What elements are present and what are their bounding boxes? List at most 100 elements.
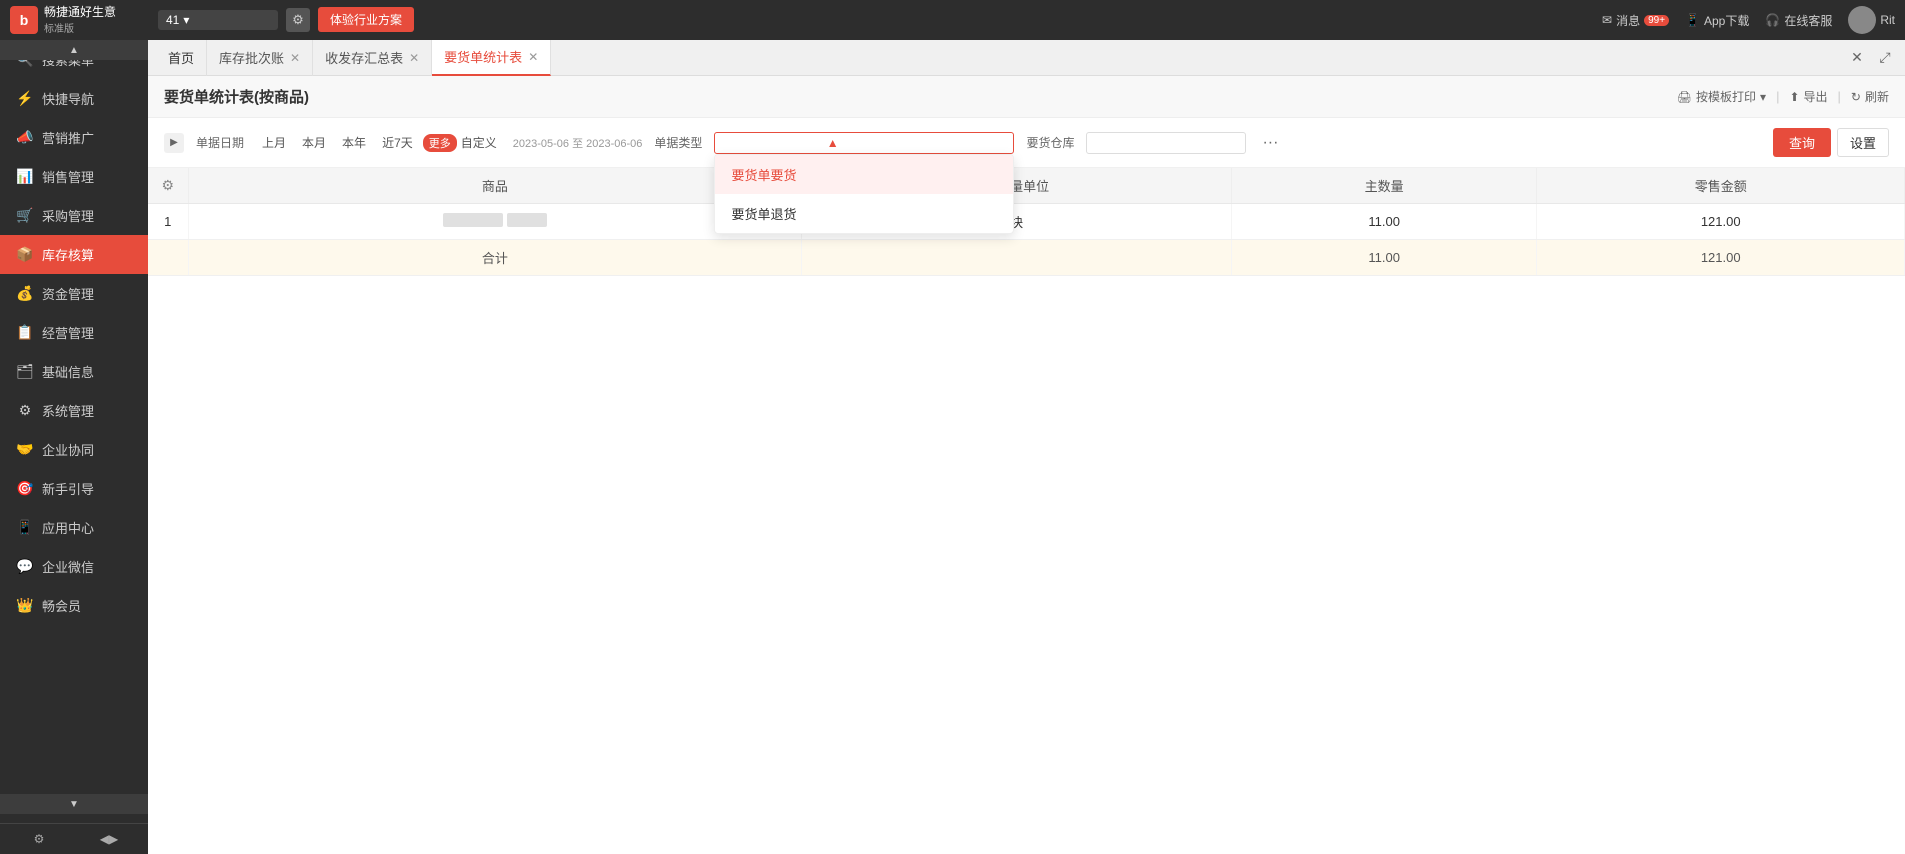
warehouse-input[interactable] <box>1086 132 1246 154</box>
last-7-days-button[interactable]: 近7天 <box>376 132 419 153</box>
store-selector[interactable]: 41 ▾ <box>158 10 278 30</box>
filter-actions: 查询 设置 <box>1773 128 1889 157</box>
print-icon: 🖨 <box>1677 90 1692 104</box>
sidebar-item-marketing[interactable]: 📣 营销推广 <box>0 118 148 157</box>
user-name: Rit <box>1880 13 1895 27</box>
sidebar-item-quick-nav[interactable]: ⚡ 快捷导航 <box>0 79 148 118</box>
sidebar-item-operations[interactable]: 📋 经营管理 <box>0 313 148 352</box>
filter-settings-button[interactable]: 设置 <box>1837 128 1889 157</box>
sidebar-icon-inventory: 📦 <box>16 246 34 263</box>
print-dropdown-icon: ▾ <box>1760 90 1766 104</box>
sidebar-label-sales: 销售管理 <box>42 167 94 186</box>
export-button[interactable]: ⬆ 导出 <box>1789 88 1827 105</box>
user-menu-button[interactable]: Rit <box>1848 6 1895 34</box>
dropdown-item-order-return[interactable]: 要货单退货 <box>715 194 1013 233</box>
tab-label-inventory-batch: 库存批次账 <box>219 48 284 67</box>
cell-no-0: 1 <box>148 204 188 240</box>
messages-button[interactable]: ✉ 消息 99+ <box>1602 12 1669 29</box>
date-filter-label: 单据日期 <box>196 134 244 151</box>
tab-expand-button[interactable]: ⤢ <box>1873 46 1897 70</box>
tab-close-order-stats[interactable]: ✕ <box>528 50 538 64</box>
sidebar-settings-button[interactable]: ⚙ <box>8 832 70 846</box>
sidebar: ▲ 🔍 搜索菜单 ⚡ 快捷导航 📣 营销推广 📊 销售管理 🛒 采购管理 📦 库… <box>0 40 148 854</box>
trial-button[interactable]: 体验行业方案 <box>318 7 414 32</box>
message-icon: ✉ <box>1602 13 1612 27</box>
custom-date-button[interactable]: 自定义 <box>461 134 497 151</box>
sidebar-icon-quick-nav: ⚡ <box>16 90 34 107</box>
sidebar-item-basic-info[interactable]: 🗂 基础信息 <box>0 352 148 391</box>
app-download-button[interactable]: 📱 App下载 <box>1685 12 1749 29</box>
tab-home[interactable]: 首页 <box>156 40 207 76</box>
sidebar-collapse-button[interactable]: ◀▶ <box>78 832 140 846</box>
sidebar-label-system: 系统管理 <box>42 401 94 420</box>
header-right: ✉ 消息 99+ 📱 App下载 🎧 在线客服 Rit <box>1602 6 1895 34</box>
separator-2: | <box>1838 89 1841 104</box>
sidebar-icon-operations: 📋 <box>16 324 34 341</box>
refresh-icon: ↻ <box>1851 90 1861 104</box>
cell-qty-0: 11.00 <box>1231 204 1537 240</box>
sidebar-label-finance: 资金管理 <box>42 284 94 303</box>
tab-close-all-button[interactable]: ✕ <box>1845 46 1869 70</box>
sidebar-scroll-up[interactable]: ▲ <box>0 40 148 60</box>
type-dropdown-menu: 要货单要货 要货单退货 <box>714 154 1014 234</box>
filter-expand-button[interactable]: ▶ <box>164 133 184 153</box>
query-button[interactable]: 查询 <box>1773 128 1831 157</box>
sidebar-item-app-center[interactable]: 📱 应用中心 <box>0 508 148 547</box>
tab-order-stats[interactable]: 要货单统计表✕ <box>432 40 551 76</box>
main-layout: ▲ 🔍 搜索菜单 ⚡ 快捷导航 📣 营销推广 📊 销售管理 🛒 采购管理 📦 库… <box>0 40 1905 854</box>
this-month-button[interactable]: 本月 <box>296 132 332 153</box>
type-dropdown[interactable]: ▲ <box>714 132 1014 154</box>
sidebar-icon-guide: 🎯 <box>16 480 34 497</box>
tab-receive-summary[interactable]: 收发存汇总表✕ <box>313 40 432 76</box>
tab-inventory-batch[interactable]: 库存批次账 ✕ <box>207 40 313 76</box>
export-icon: ⬆ <box>1789 90 1799 104</box>
page-header: 要货单统计表(按商品) 🖨 按模板打印 ▾ | ⬆ 导出 | ↻ <box>148 76 1905 118</box>
date-shortcuts: 上月 本月 本年 近7天 更多 自定义 <box>256 132 497 153</box>
table-footer-row: 合计 11.00 121.00 <box>148 240 1905 276</box>
store-name: 41 <box>166 13 179 27</box>
sidebar-item-inventory[interactable]: 📦 库存核算 <box>0 235 148 274</box>
tab-close-inventory-batch[interactable]: ✕ <box>290 51 300 65</box>
tabs-controls: ✕ ⤢ <box>1845 46 1905 70</box>
sidebar-item-guide[interactable]: 🎯 新手引导 <box>0 469 148 508</box>
sidebar-label-basic-info: 基础信息 <box>42 362 94 381</box>
data-table: ⚙ 商品 主计量单位 主数量 零售金额 1 块 11.00 121.00 <box>148 168 1905 276</box>
footer-empty-2 <box>802 240 1232 276</box>
headset-icon: 🎧 <box>1765 13 1780 27</box>
page-actions: 🖨 按模板打印 ▾ | ⬆ 导出 | ↻ 刷新 <box>1677 88 1889 105</box>
sidebar-scroll-down[interactable]: ▼ <box>0 794 148 814</box>
sidebar-item-enterprise-wechat[interactable]: 💬 企业微信 <box>0 547 148 586</box>
filter-bar: ▶ 单据日期 上月 本月 本年 近7天 更多 自定义 2023-05-06 至 … <box>148 118 1905 168</box>
sidebar-icon-purchase: 🛒 <box>16 207 34 224</box>
th-qty: 主数量 <box>1231 168 1537 204</box>
top-header: b 畅捷通好生意 标准版 41 ▾ ⚙ 体验行业方案 ✉ 消息 99+ 📱 Ap… <box>0 0 1905 40</box>
table-settings-icon[interactable]: ⚙ <box>161 177 174 193</box>
cell-goods-0 <box>188 204 802 240</box>
export-label: 导出 <box>1804 88 1828 105</box>
last-month-button[interactable]: 上月 <box>256 132 292 153</box>
sidebar-item-enterprise-coop[interactable]: 🤝 企业协同 <box>0 430 148 469</box>
sidebar-icon-marketing: 📣 <box>16 129 34 146</box>
separator-1: | <box>1776 89 1779 104</box>
online-service-button[interactable]: 🎧 在线客服 <box>1765 12 1832 29</box>
this-year-button[interactable]: 本年 <box>336 132 372 153</box>
user-avatar <box>1848 6 1876 34</box>
dropdown-item-order-goods[interactable]: 要货单要货 <box>715 155 1013 194</box>
tab-close-receive-summary[interactable]: ✕ <box>409 51 419 65</box>
refresh-button[interactable]: ↻ 刷新 <box>1851 88 1889 105</box>
sidebar-label-vip: 畅会员 <box>42 596 81 615</box>
sidebar-item-system[interactable]: ⚙ 系统管理 <box>0 391 148 430</box>
logo-icon: b <box>10 6 38 34</box>
app-download-label: App下载 <box>1704 12 1749 29</box>
sidebar-item-finance[interactable]: 💰 资金管理 <box>0 274 148 313</box>
th-goods: 商品 <box>188 168 802 204</box>
sidebar-item-purchase[interactable]: 🛒 采购管理 <box>0 196 148 235</box>
settings-gear-button[interactable]: ⚙ <box>286 8 310 32</box>
th-settings[interactable]: ⚙ <box>148 168 188 204</box>
app-sub: 标准版 <box>44 20 116 35</box>
warehouse-more-button[interactable]: ··· <box>1262 134 1278 152</box>
sidebar-item-sales[interactable]: 📊 销售管理 <box>0 157 148 196</box>
more-date-button[interactable]: 更多 <box>423 134 457 152</box>
sidebar-item-vip[interactable]: 👑 畅会员 <box>0 586 148 625</box>
print-template-button[interactable]: 🖨 按模板打印 ▾ <box>1677 88 1766 105</box>
